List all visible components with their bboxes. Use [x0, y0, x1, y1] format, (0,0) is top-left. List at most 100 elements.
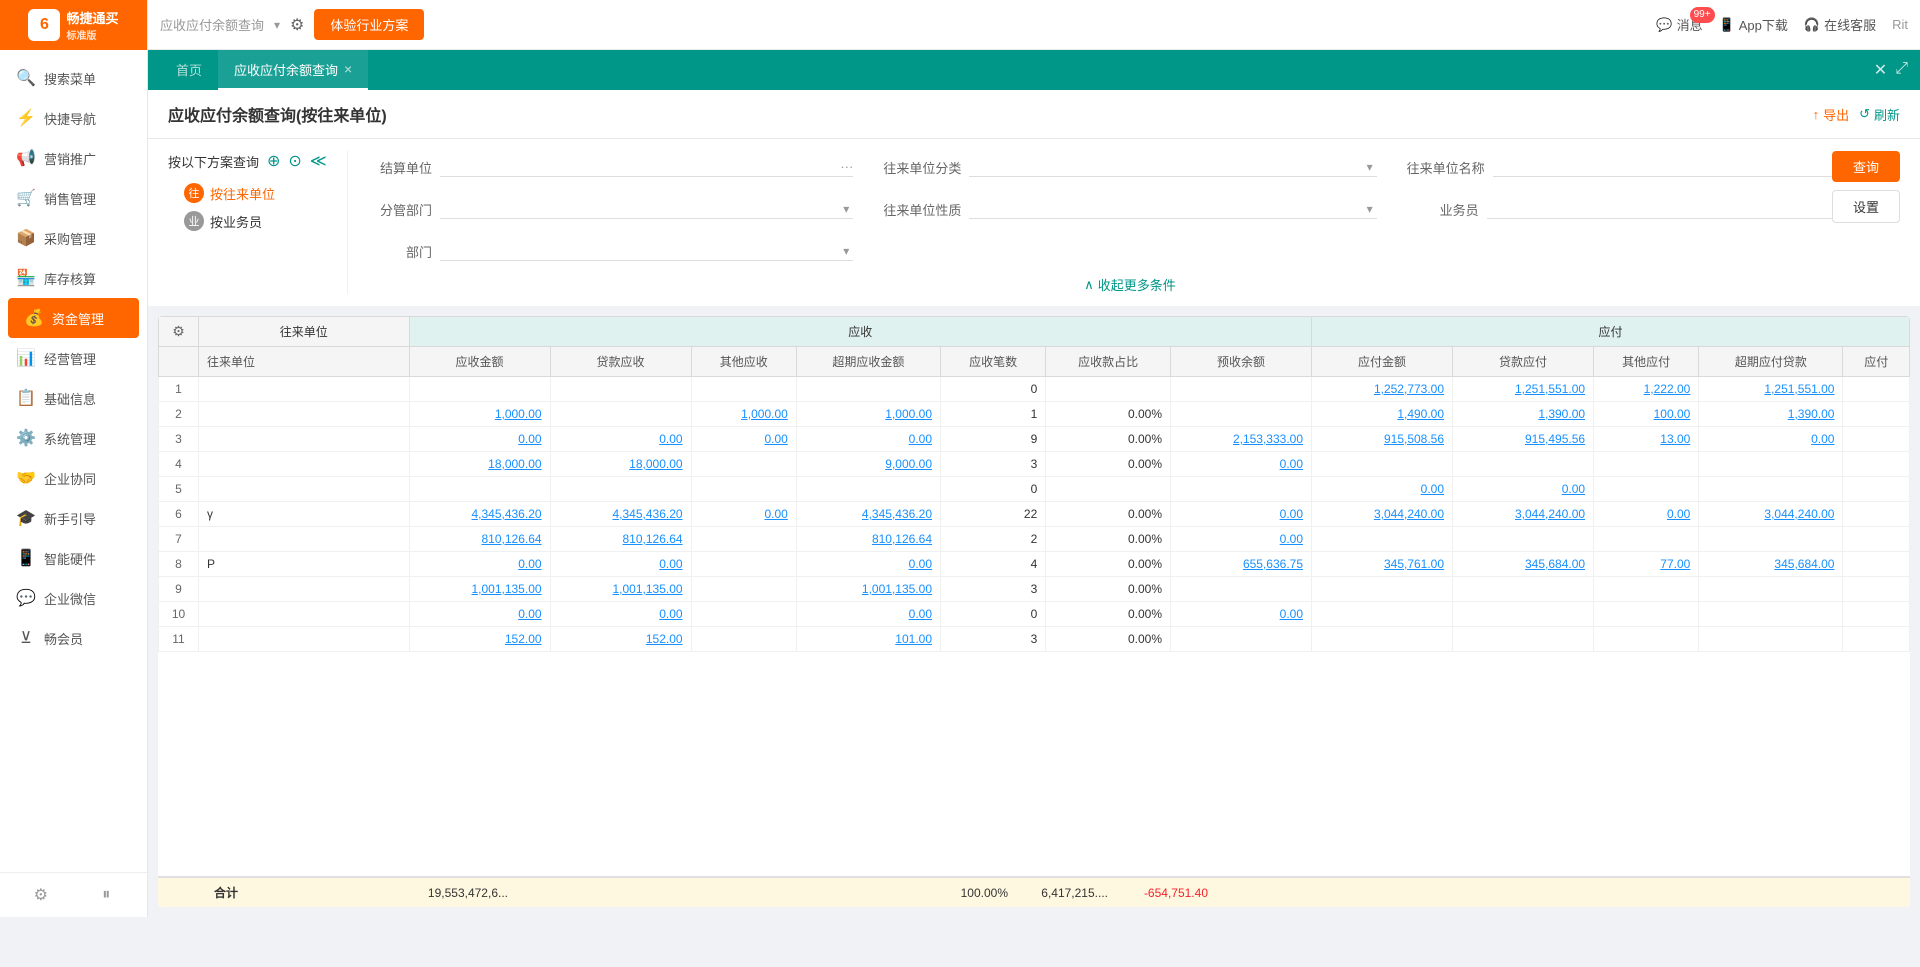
sidebar-item-search[interactable]: 🔍搜索菜单 — [0, 58, 147, 98]
table-cell[interactable]: 1,390.00 — [1453, 402, 1594, 427]
table-cell[interactable]: 1,251,551.00 — [1453, 377, 1594, 402]
table-cell[interactable]: γ — [199, 502, 410, 527]
table-cell[interactable]: 1,251,551.00 — [1699, 377, 1843, 402]
table-cell[interactable]: 3,044,240.00 — [1312, 502, 1453, 527]
table-cell[interactable]: 1,001,135.00 — [550, 577, 691, 602]
messages-action[interactable]: 💬 消息 99+ — [1656, 15, 1702, 34]
table-cell[interactable]: 9,000.00 — [796, 452, 940, 477]
scheme-by-sales[interactable]: 业 按业务员 — [178, 209, 335, 233]
table-cell[interactable]: 0.00 — [409, 427, 550, 452]
table-cell[interactable]: 2,153,333.00 — [1171, 427, 1312, 452]
table-cell[interactable]: 9 — [159, 577, 199, 602]
promo-button[interactable]: 体验行业方案 — [314, 9, 424, 40]
collapse-more-button[interactable]: ∧ 收起更多条件 — [1084, 275, 1176, 294]
table-wrapper[interactable]: ⚙ 往来单位 应收 应付 往来单位 应收金额 贷款应收 其他应收 — [158, 316, 1910, 876]
table-cell[interactable]: 345,684.00 — [1699, 552, 1843, 577]
table-cell[interactable]: 4,345,436.20 — [550, 502, 691, 527]
tab-home[interactable]: 首页 — [160, 50, 218, 90]
sidebar-item-marketing[interactable]: 📢营销推广 — [0, 138, 147, 178]
table-cell[interactable]: 3 — [941, 452, 1046, 477]
table-cell[interactable]: 0.00 — [409, 602, 550, 627]
table-cell[interactable]: 0.00 — [796, 552, 940, 577]
table-cell[interactable]: 3 — [159, 427, 199, 452]
table-cell[interactable]: 1 — [159, 377, 199, 402]
table-cell[interactable]: 152.00 — [409, 627, 550, 652]
sidebar-item-purchase[interactable]: 📦采购管理 — [0, 218, 147, 258]
settings-footer-btn[interactable]: ⚙ — [12, 885, 70, 905]
table-cell[interactable]: 101.00 — [796, 627, 940, 652]
table-cell[interactable]: 0.00 — [550, 602, 691, 627]
table-cell[interactable]: 915,495.56 — [1453, 427, 1594, 452]
table-cell[interactable]: 0.00 — [796, 602, 940, 627]
table-cell[interactable]: 152.00 — [550, 627, 691, 652]
table-cell[interactable]: 5 — [159, 477, 199, 502]
table-cell[interactable]: 0.00 — [691, 427, 796, 452]
table-cell[interactable]: 11 — [159, 627, 199, 652]
tab-close-window-icon[interactable]: ✕ — [1874, 60, 1887, 80]
table-cell[interactable]: 4 — [159, 452, 199, 477]
table-cell[interactable]: 0.00% — [1046, 402, 1171, 427]
table-cell[interactable]: 0.00% — [1046, 427, 1171, 452]
export-button[interactable]: ↑ 导出 — [1813, 105, 1850, 124]
table-cell[interactable]: 0.00 — [1171, 527, 1312, 552]
settlement-input[interactable] — [440, 157, 840, 176]
table-cell[interactable]: 10 — [159, 602, 199, 627]
refresh-button[interactable]: ↺ 刷新 — [1859, 105, 1900, 124]
table-cell[interactable]: 0.00% — [1046, 577, 1171, 602]
table-cell[interactable]: 1,252,773.00 — [1312, 377, 1453, 402]
tab-close-icon[interactable]: × — [344, 61, 352, 77]
sidebar-item-member[interactable]: ⊻畅会员 — [0, 618, 147, 658]
sidebar-item-basic[interactable]: 📋基础信息 — [0, 378, 147, 418]
table-cell[interactable]: 655,636.75 — [1171, 552, 1312, 577]
table-cell[interactable]: 2 — [159, 402, 199, 427]
table-cell[interactable]: 0.00 — [1312, 477, 1453, 502]
scheme-by-partner[interactable]: 往 按往来单位 — [178, 181, 335, 205]
table-cell[interactable]: 0.00% — [1046, 527, 1171, 552]
table-cell[interactable]: 1 — [941, 402, 1046, 427]
sidebar-item-guide[interactable]: 🎓新手引导 — [0, 498, 147, 538]
table-cell[interactable]: 0 — [941, 377, 1046, 402]
sidebar-item-business[interactable]: 📊经营管理 — [0, 338, 147, 378]
app-download-action[interactable]: 📱 App下载 — [1719, 15, 1788, 34]
table-cell[interactable]: 0.00 — [409, 552, 550, 577]
table-cell[interactable]: 0 — [941, 602, 1046, 627]
table-cell[interactable]: 0.00 — [1171, 602, 1312, 627]
table-cell[interactable]: 13.00 — [1594, 427, 1699, 452]
filter-collapse-button[interactable]: ≪ — [310, 151, 327, 171]
table-cell[interactable]: 0 — [941, 477, 1046, 502]
filter-config-button[interactable]: ⊙ — [288, 151, 301, 171]
table-cell[interactable]: 0.00% — [1046, 602, 1171, 627]
table-cell[interactable]: 0.00 — [550, 427, 691, 452]
table-cell[interactable]: 1,001,135.00 — [796, 577, 940, 602]
table-cell[interactable]: 1,000.00 — [691, 402, 796, 427]
tab-maximize-icon[interactable]: ⤢ — [1895, 60, 1908, 80]
sidebar-item-sales[interactable]: 🛒销售管理 — [0, 178, 147, 218]
sidebar-item-hardware[interactable]: 📱智能硬件 — [0, 538, 147, 578]
table-cell[interactable]: 3,044,240.00 — [1699, 502, 1843, 527]
table-cell[interactable]: 810,126.64 — [796, 527, 940, 552]
user-name[interactable]: Rit — [1892, 17, 1908, 32]
table-cell[interactable]: 0.00% — [1046, 552, 1171, 577]
table-cell[interactable]: 6 — [159, 502, 199, 527]
sidebar-item-finance[interactable]: 💰资金管理 — [8, 298, 139, 338]
salesperson-input[interactable] — [1487, 199, 1887, 218]
table-cell[interactable]: 0.00 — [1699, 427, 1843, 452]
table-cell[interactable]: 0.00 — [1594, 502, 1699, 527]
table-cell[interactable]: 3 — [941, 627, 1046, 652]
table-cell[interactable]: 1,000.00 — [409, 402, 550, 427]
table-cell[interactable]: 345,761.00 — [1312, 552, 1453, 577]
table-cell[interactable]: 0.00% — [1046, 452, 1171, 477]
filter-add-button[interactable]: ⊕ — [267, 151, 280, 171]
table-cell[interactable]: 915,508.56 — [1312, 427, 1453, 452]
table-cell[interactable]: 0.00% — [1046, 627, 1171, 652]
table-cell[interactable]: 4 — [941, 552, 1046, 577]
partner-nature-select[interactable]: ▾ — [969, 200, 1376, 219]
table-cell[interactable]: 0.00 — [796, 427, 940, 452]
online-service-action[interactable]: 🎧 在线客服 — [1804, 15, 1876, 34]
table-cell[interactable]: 4,345,436.20 — [796, 502, 940, 527]
sidebar-item-collab[interactable]: 🤝企业协同 — [0, 458, 147, 498]
table-cell[interactable]: 22 — [941, 502, 1046, 527]
settings-button[interactable]: 设置 — [1832, 190, 1900, 223]
collapse-sidebar-btn[interactable]: ⏸ — [78, 885, 136, 905]
table-cell[interactable]: 18,000.00 — [409, 452, 550, 477]
